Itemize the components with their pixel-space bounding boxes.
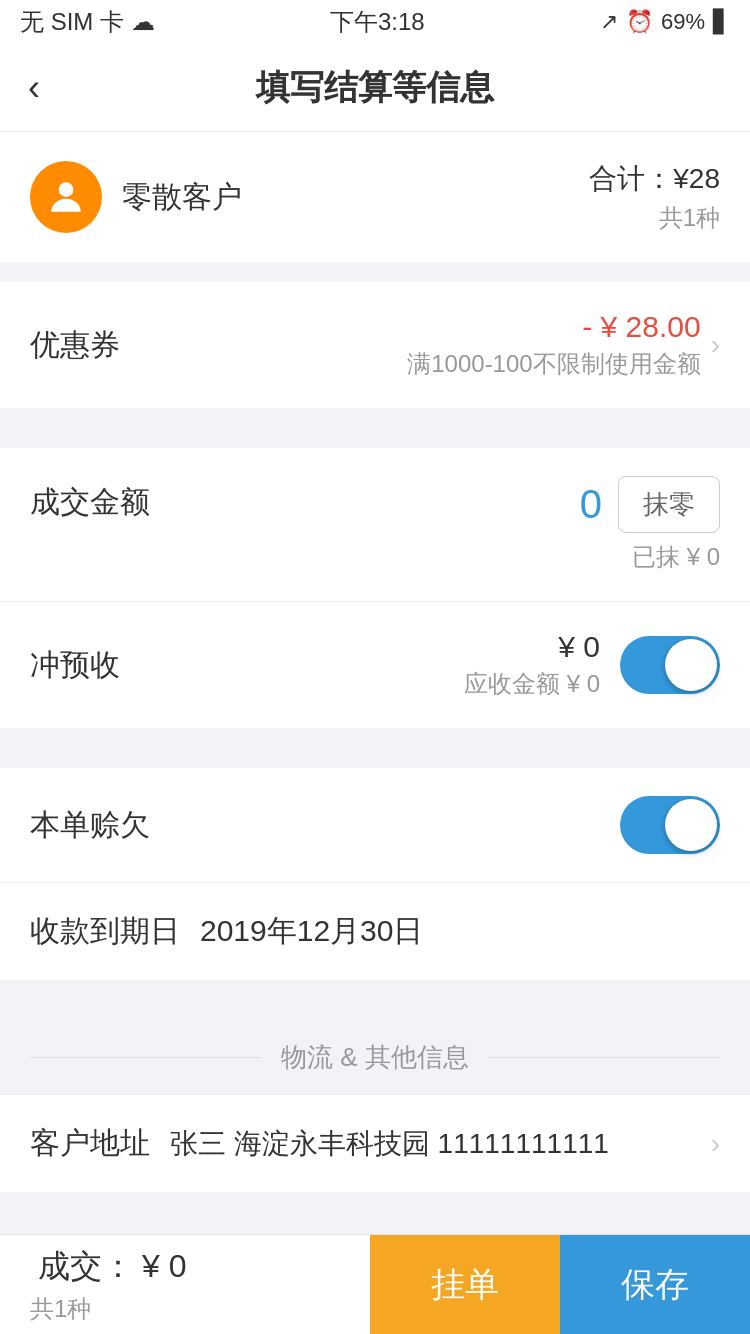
total-count: 共1种 xyxy=(589,202,720,234)
page-title: 填写结算等信息 xyxy=(256,65,494,111)
bottom-bar: 成交：¥ 0 共1种 挂单 保存 xyxy=(0,1234,750,1334)
divider-line-left xyxy=(30,1057,261,1058)
logistics-label: 物流 & 其他信息 xyxy=(281,1040,469,1075)
address-section[interactable]: 客户地址 张三 海淀永丰科技园 11111111111 › xyxy=(0,1095,750,1192)
pending-button[interactable]: 挂单 xyxy=(370,1235,560,1335)
person-icon xyxy=(44,175,88,219)
svg-point-0 xyxy=(59,182,74,197)
customer-row: 零散客户 合计：¥28 共1种 xyxy=(0,132,750,262)
customer-section: 零散客户 合计：¥28 共1种 xyxy=(0,132,750,262)
address-row[interactable]: 客户地址 张三 海淀永丰科技园 11111111111 › xyxy=(0,1095,750,1192)
bottom-count: 共1种 xyxy=(30,1293,340,1325)
divider-1 xyxy=(0,428,750,448)
coupon-amount: - ¥ 28.00 xyxy=(407,310,700,344)
transaction-section: 成交金额 0 抹零 已抹 ¥ 0 冲预收 ¥ 0 应收金额 ¥ 0 xyxy=(0,448,750,728)
customer-left: 零散客户 xyxy=(30,161,242,233)
prepay-label: 冲预收 xyxy=(30,645,120,686)
address-chevron-icon: › xyxy=(711,1128,720,1160)
coupon-desc: 满1000-100不限制使用金额 xyxy=(407,348,700,380)
prepay-right: ¥ 0 应收金额 ¥ 0 xyxy=(464,630,720,700)
battery-icon: ▋ xyxy=(713,9,730,35)
transaction-label: 成交金额 xyxy=(30,476,150,523)
debt-toggle[interactable] xyxy=(620,796,720,854)
date-label: 收款到期日 xyxy=(30,911,180,952)
date-row: 收款到期日 2019年12月30日 xyxy=(0,882,750,980)
avatar xyxy=(30,161,102,233)
address-value: 张三 海淀永丰科技园 11111111111 xyxy=(170,1125,711,1163)
coupon-info: - ¥ 28.00 满1000-100不限制使用金额 xyxy=(407,310,700,380)
customer-right: 合计：¥28 共1种 xyxy=(589,160,720,234)
coupon-section[interactable]: 优惠券 - ¥ 28.00 满1000-100不限制使用金额 › xyxy=(0,282,750,408)
location-icon: ↗ xyxy=(600,9,618,35)
debt-label: 本单赊欠 xyxy=(30,805,150,846)
total-price: 合计：¥28 xyxy=(589,160,720,198)
deal-value: ¥ 0 xyxy=(142,1248,186,1284)
address-label: 客户地址 xyxy=(30,1123,150,1164)
round-button[interactable]: 抹零 xyxy=(618,476,720,533)
status-right: ↗ ⏰ 69% ▋ xyxy=(600,9,730,35)
divider-line-right xyxy=(489,1057,720,1058)
prepay-row: 冲预收 ¥ 0 应收金额 ¥ 0 xyxy=(0,602,750,728)
prepay-sub: 应收金额 ¥ 0 xyxy=(464,668,600,700)
coupon-right: - ¥ 28.00 满1000-100不限制使用金额 › xyxy=(407,310,720,380)
status-left: 无 SIM 卡 ☁ xyxy=(20,6,155,38)
transaction-value-row: 0 抹零 xyxy=(580,476,720,533)
date-value: 2019年12月30日 xyxy=(200,911,423,952)
status-time: 下午3:18 xyxy=(330,6,425,38)
transaction-sub: 已抹 ¥ 0 xyxy=(632,541,720,573)
prepay-toggle[interactable] xyxy=(620,636,720,694)
debt-row: 本单赊欠 xyxy=(0,768,750,882)
bottom-deal: 成交：¥ 0 xyxy=(30,1245,340,1289)
back-button[interactable]: ‹ xyxy=(28,67,40,109)
prepay-info: ¥ 0 应收金额 ¥ 0 xyxy=(464,630,600,700)
logistics-divider: 物流 & 其他信息 xyxy=(0,1020,750,1095)
nav-bar: ‹ 填写结算等信息 xyxy=(0,44,750,132)
no-sim-text: 无 SIM 卡 ☁ xyxy=(20,6,155,38)
battery-text: 69% xyxy=(661,9,705,35)
debt-toggle-knob xyxy=(665,799,717,851)
customer-name: 零散客户 xyxy=(122,177,242,218)
transaction-row: 成交金额 0 抹零 已抹 ¥ 0 xyxy=(0,448,750,602)
divider-3 xyxy=(0,1000,750,1020)
divider-2 xyxy=(0,748,750,768)
bottom-summary: 成交：¥ 0 共1种 xyxy=(0,1245,370,1325)
coupon-label: 优惠券 xyxy=(30,325,120,366)
alarm-icon: ⏰ xyxy=(626,9,653,35)
deal-label: 成交： xyxy=(38,1248,134,1284)
coupon-row[interactable]: 优惠券 - ¥ 28.00 满1000-100不限制使用金额 › xyxy=(0,282,750,408)
status-bar: 无 SIM 卡 ☁ 下午3:18 ↗ ⏰ 69% ▋ xyxy=(0,0,750,44)
transaction-value: 0 xyxy=(580,482,602,527)
prepay-amount: ¥ 0 xyxy=(464,630,600,664)
chevron-right-icon: › xyxy=(711,329,720,361)
save-button[interactable]: 保存 xyxy=(560,1235,750,1335)
debt-section: 本单赊欠 收款到期日 2019年12月30日 xyxy=(0,768,750,980)
toggle-knob xyxy=(665,639,717,691)
